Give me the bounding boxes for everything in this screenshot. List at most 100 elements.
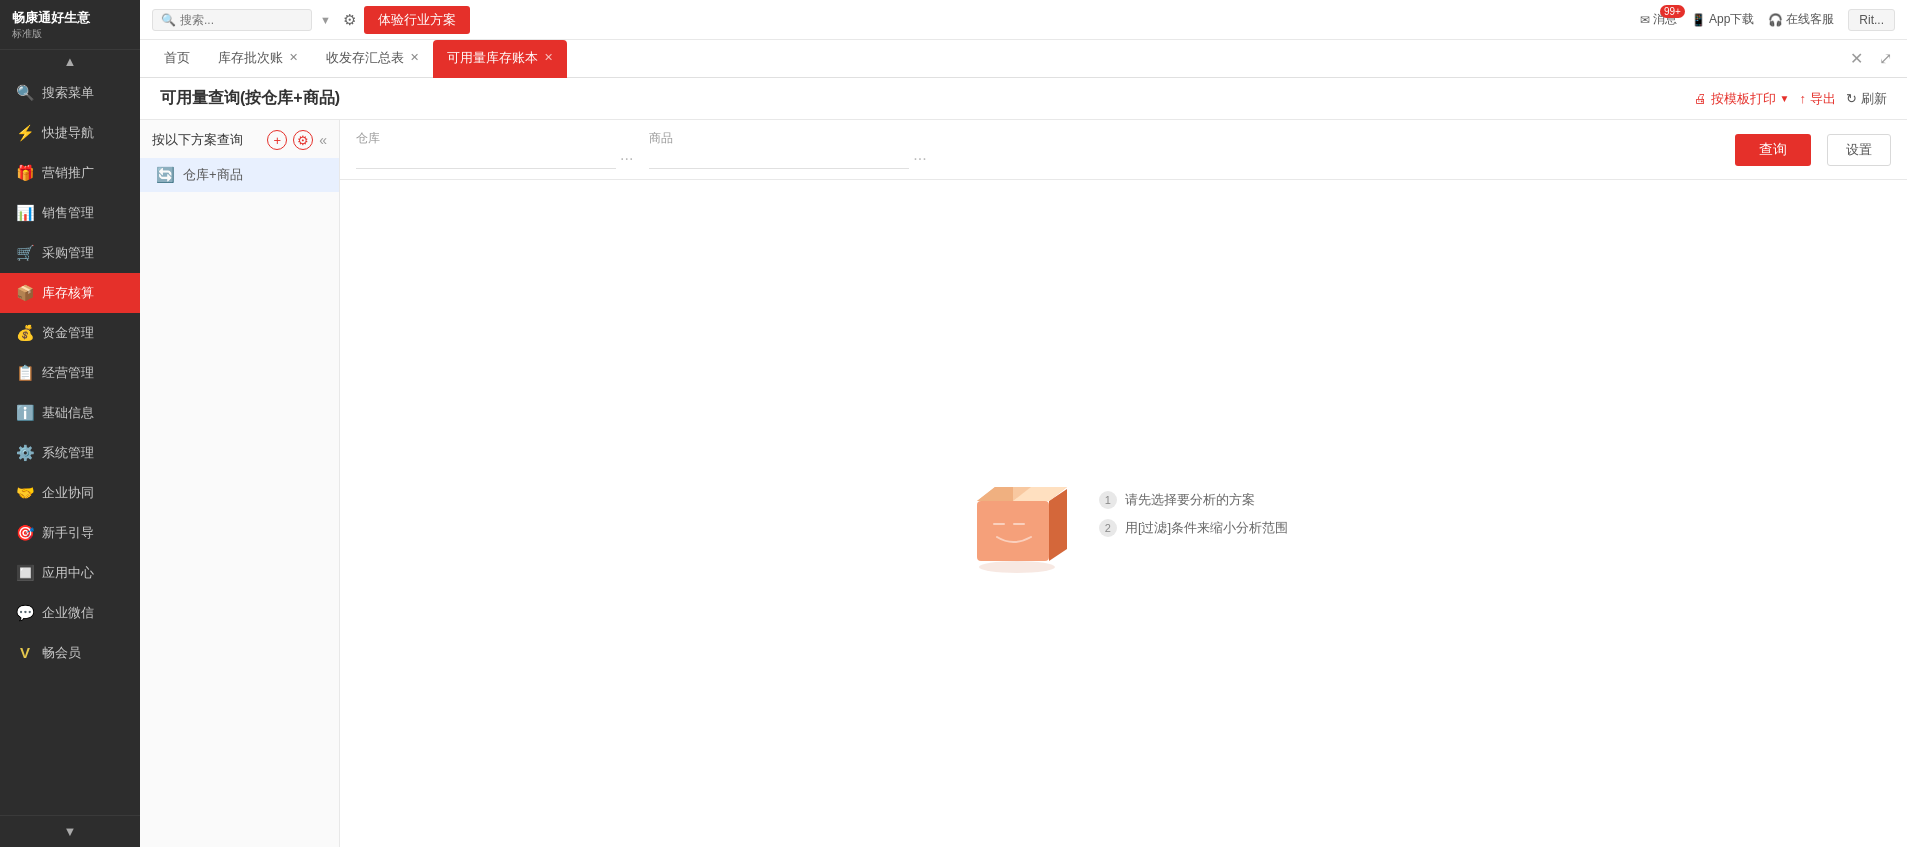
warehouse-more-btn[interactable]: ···	[620, 151, 633, 167]
goods-more-btn[interactable]: ···	[913, 151, 926, 167]
print-dropdown-icon[interactable]: ▼	[1780, 93, 1790, 104]
sidebar-item-finance[interactable]: 💰 资金管理	[0, 313, 140, 353]
tab-close-btn[interactable]: ✕	[1845, 47, 1868, 70]
sidebar-item-nav[interactable]: ⚡ 快捷导航	[0, 113, 140, 153]
warehouse-input[interactable]	[356, 149, 616, 169]
topbar: 🔍 ▼ ⚙ 体验行业方案 ✉ 消息 99+ 📱 App下载 🎧 在线客服 Rit…	[140, 0, 1907, 40]
search-input[interactable]	[180, 13, 290, 27]
tab-summary[interactable]: 收发存汇总表 ✕	[312, 40, 433, 78]
dropdown-chevron-icon[interactable]: ▼	[320, 14, 331, 26]
tab-home[interactable]: 首页	[150, 40, 204, 78]
goods-label: 商品	[649, 130, 926, 147]
message-badge: 99+	[1660, 5, 1685, 18]
refresh-icon: ↻	[1846, 91, 1857, 106]
warehouse-input-row: ···	[356, 149, 633, 169]
query-btn[interactable]: 查询	[1735, 134, 1811, 166]
search-icon: 🔍	[161, 13, 176, 27]
refresh-label: 刷新	[1861, 90, 1887, 108]
sidebar-item-label: 资金管理	[42, 324, 94, 342]
print-label: 按模板打印	[1711, 90, 1776, 108]
sidebar-item-label: 库存核算	[42, 284, 94, 302]
sidebar-item-label: 基础信息	[42, 404, 94, 422]
tab-close-icon[interactable]: ✕	[410, 51, 419, 64]
sales-icon: 📊	[16, 204, 34, 222]
scheme-item-label: 仓库+商品	[183, 166, 243, 184]
sidebar-item-label: 营销推广	[42, 164, 94, 182]
sidebar-item-system[interactable]: ⚙️ 系统管理	[0, 433, 140, 473]
sidebar-item-label: 企业协同	[42, 484, 94, 502]
app-icon: 📱	[1691, 13, 1706, 27]
app-title: 畅康通好生意	[12, 10, 128, 27]
tutorial-icon: 🎯	[16, 524, 34, 542]
print-btn[interactable]: 🖨 按模板打印 ▼	[1694, 90, 1790, 108]
sidebar-item-label: 采购管理	[42, 244, 94, 262]
left-panel: 按以下方案查询 + ⚙ « 🔄 仓库+商品	[140, 120, 340, 847]
sidebar-scroll-up[interactable]: ▲	[0, 50, 140, 73]
scheme-item-icon: 🔄	[156, 166, 175, 184]
sidebar-item-sales[interactable]: 📊 销售管理	[0, 193, 140, 233]
app-subtitle: 标准版	[12, 27, 128, 41]
print-icon: 🖨	[1694, 91, 1707, 106]
wechat-icon: 💬	[16, 604, 34, 622]
sidebar-item-marketing[interactable]: 🎁 营销推广	[0, 153, 140, 193]
gear-icon[interactable]: ⚙	[343, 11, 356, 29]
sidebar-item-label: 搜索菜单	[42, 84, 94, 102]
sidebar-item-member[interactable]: V 畅会员	[0, 633, 140, 673]
tab-close-icon[interactable]: ✕	[289, 51, 298, 64]
inventory-icon: 📦	[16, 284, 34, 302]
sidebar-item-search[interactable]: 🔍 搜索菜单	[0, 73, 140, 113]
app-download-btn[interactable]: 📱 App下载	[1691, 11, 1754, 28]
empty-state: 1 请先选择要分析的方案 2 用[过滤]条件来缩小分析范围	[340, 180, 1907, 847]
message-icon: ✉	[1640, 13, 1650, 27]
operations-icon: 📋	[16, 364, 34, 382]
tab-expand-btn[interactable]: ⤢	[1874, 47, 1897, 70]
export-icon: ↑	[1800, 91, 1807, 106]
tabs-bar: 首页 库存批次账 ✕ 收发存汇总表 ✕ 可用量库存账本 ✕ ✕ ⤢	[140, 40, 1907, 78]
refresh-btn[interactable]: ↻ 刷新	[1846, 90, 1887, 108]
sidebar-item-operations[interactable]: 📋 经营管理	[0, 353, 140, 393]
search-box[interactable]: 🔍	[152, 9, 312, 31]
tab-close-icon[interactable]: ✕	[544, 51, 553, 64]
app-logo: 畅康通好生意 标准版	[0, 0, 140, 50]
online-service-btn[interactable]: 🎧 在线客服	[1768, 11, 1834, 28]
sidebar-item-collab[interactable]: 🤝 企业协同	[0, 473, 140, 513]
add-scheme-btn[interactable]: +	[267, 130, 287, 150]
tab-available-qty[interactable]: 可用量库存账本 ✕	[433, 40, 567, 78]
empty-tip-2: 2 用[过滤]条件来缩小分析范围	[1099, 519, 1288, 537]
sidebar-item-basic-info[interactable]: ℹ️ 基础信息	[0, 393, 140, 433]
scheme-settings-btn[interactable]: ⚙	[293, 130, 313, 150]
goods-input[interactable]	[649, 149, 909, 169]
message-btn[interactable]: ✉ 消息 99+	[1640, 11, 1677, 28]
export-btn[interactable]: ↑ 导出	[1800, 90, 1837, 108]
system-icon: ⚙️	[16, 444, 34, 462]
sidebar-item-purchase[interactable]: 🛒 采购管理	[0, 233, 140, 273]
basic-info-icon: ℹ️	[16, 404, 34, 422]
sidebar-item-label: 新手引导	[42, 524, 94, 542]
empty-content: 1 请先选择要分析的方案 2 用[过滤]条件来缩小分析范围	[959, 459, 1288, 569]
sidebar-item-wechat[interactable]: 💬 企业微信	[0, 593, 140, 633]
finance-icon: 💰	[16, 324, 34, 342]
svg-point-0	[979, 561, 1055, 573]
member-icon: V	[16, 644, 34, 661]
empty-illustration	[959, 459, 1069, 569]
sidebar-scroll-down[interactable]: ▼	[0, 815, 140, 847]
sidebar-item-inventory[interactable]: 📦 库存核算	[0, 273, 140, 313]
svg-rect-1	[977, 501, 1049, 561]
page-actions: 🖨 按模板打印 ▼ ↑ 导出 ↻ 刷新	[1694, 90, 1887, 108]
collapse-panel-btn[interactable]: «	[319, 132, 327, 148]
page-title: 可用量查询(按仓库+商品)	[160, 88, 340, 109]
user-info[interactable]: Rit...	[1848, 9, 1895, 31]
scheme-item[interactable]: 🔄 仓库+商品	[140, 158, 339, 192]
app-label: App下载	[1709, 11, 1754, 28]
experience-btn[interactable]: 体验行业方案	[364, 6, 470, 34]
tab-label: 可用量库存账本	[447, 49, 538, 67]
topbar-right: ✉ 消息 99+ 📱 App下载 🎧 在线客服 Rit...	[1640, 9, 1895, 31]
settings-btn[interactable]: 设置	[1827, 134, 1891, 166]
export-label: 导出	[1810, 90, 1836, 108]
left-panel-title: 按以下方案查询	[152, 131, 243, 149]
tab-batch-ledger[interactable]: 库存批次账 ✕	[204, 40, 312, 78]
purchase-icon: 🛒	[16, 244, 34, 262]
sidebar-item-tutorial[interactable]: 🎯 新手引导	[0, 513, 140, 553]
sidebar-item-label: 系统管理	[42, 444, 94, 462]
sidebar-item-app-center[interactable]: 🔲 应用中心	[0, 553, 140, 593]
